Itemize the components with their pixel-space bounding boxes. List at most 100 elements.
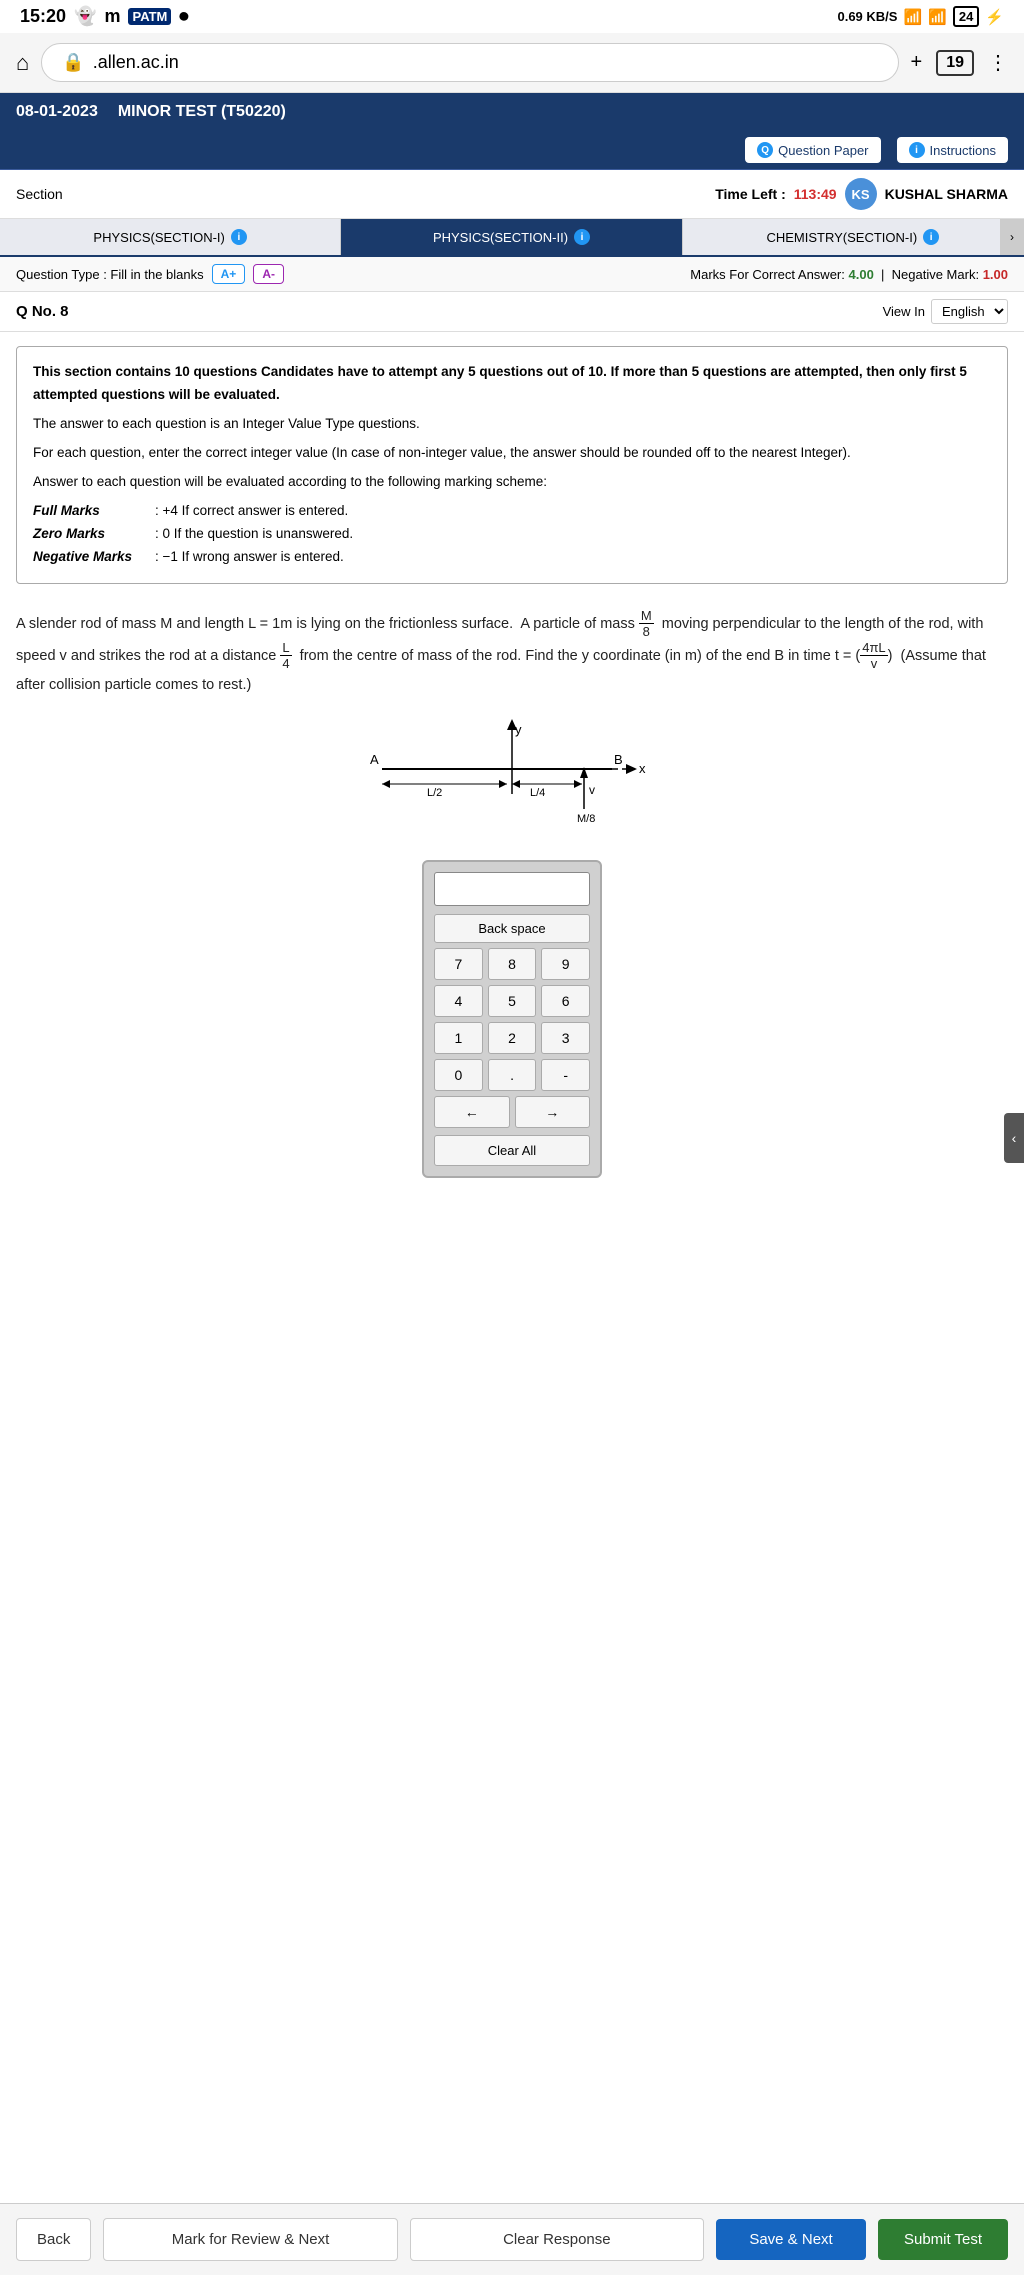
- fraction-l4: L4: [280, 640, 291, 672]
- calc-btn-6[interactable]: 6: [541, 985, 590, 1017]
- badge-a-plus[interactable]: A+: [212, 264, 246, 284]
- calc-btn-3[interactable]: 3: [541, 1022, 590, 1054]
- instructions-icon: i: [909, 142, 925, 158]
- backspace-button[interactable]: Back space: [434, 914, 590, 943]
- calc-btn-0[interactable]: 0: [434, 1059, 483, 1091]
- tab-physics-section-1[interactable]: PHYSICS(SECTION-I) i: [0, 219, 341, 255]
- tab-physics-section-2[interactable]: PHYSICS(SECTION-II) i: [341, 219, 682, 255]
- calc-clear-all-button[interactable]: Clear All: [434, 1135, 590, 1166]
- tab-chemistry-section-1[interactable]: CHEMISTRY(SECTION-I) i: [683, 219, 1024, 255]
- calc-btn-7[interactable]: 7: [434, 948, 483, 980]
- browser-bar: ⌂ 🔒 .allen.ac.in + 19 ⋮: [0, 33, 1024, 93]
- ghost-icon: 👻: [74, 6, 96, 27]
- calculator: Back space 7 8 9 4 5 6 1 2 3 0 . -: [422, 860, 602, 1178]
- user-initials: KS: [852, 187, 870, 202]
- language-select[interactable]: English: [931, 299, 1008, 324]
- user-avatar: KS: [845, 178, 877, 210]
- calc-row-123: 1 2 3: [434, 1022, 590, 1054]
- view-in: View In English: [883, 299, 1008, 324]
- exam-test-name: MINOR TEST (T50220): [118, 103, 286, 121]
- negative-marks-label-table: Negative Marks: [33, 546, 143, 569]
- bottom-nav: Back Mark for Review & Next Clear Respon…: [0, 2203, 1024, 2275]
- svg-text:L/2: L/2: [427, 787, 442, 799]
- section-info-bar: Section Time Left : 113:49 KS KUSHAL SHA…: [0, 170, 1024, 219]
- time-left-value: 113:49: [794, 186, 837, 202]
- calc-row-arrows: ← →: [434, 1096, 590, 1128]
- badge-a-minus[interactable]: A-: [253, 264, 284, 284]
- calc-btn-dot[interactable]: .: [488, 1059, 537, 1091]
- calc-btn-minus[interactable]: -: [541, 1059, 590, 1091]
- tab-physics-2-info-icon[interactable]: i: [574, 229, 590, 245]
- back-button[interactable]: Back: [16, 2218, 91, 2261]
- diagram-container: y x A B L/2 L/4 v M/8: [16, 714, 1008, 844]
- url-text: .allen.ac.in: [93, 52, 179, 73]
- calc-row-456: 4 5 6: [434, 985, 590, 1017]
- instructions-button[interactable]: i Instructions: [897, 137, 1008, 163]
- instruction-line2: The answer to each question is an Intege…: [33, 413, 991, 436]
- instruction-line3: For each question, enter the correct int…: [33, 442, 991, 465]
- battery-indicator: 24: [953, 6, 979, 27]
- url-bar[interactable]: 🔒 .allen.ac.in: [41, 43, 898, 82]
- mark-review-button[interactable]: Mark for Review & Next: [103, 2218, 397, 2261]
- question-text: A slender rod of mass M and length L = 1…: [16, 608, 1008, 698]
- full-marks-value: : +4 If correct answer is entered.: [155, 500, 348, 523]
- save-next-button[interactable]: Save & Next: [716, 2219, 866, 2260]
- browser-actions: + 19 ⋮: [911, 50, 1008, 76]
- calculator-container: Back space 7 8 9 4 5 6 1 2 3 0 . -: [16, 860, 1008, 1178]
- tab-physics-1-info-icon[interactable]: i: [231, 229, 247, 245]
- user-info: Time Left : 113:49 KS KUSHAL SHARMA: [715, 178, 1008, 210]
- svg-text:A: A: [370, 752, 379, 767]
- more-icon[interactable]: ⋮: [988, 50, 1008, 75]
- submit-test-button[interactable]: Submit Test: [878, 2219, 1008, 2260]
- q-number: Q No. 8: [16, 303, 69, 320]
- tab-count[interactable]: 19: [936, 50, 974, 76]
- view-in-label: View In: [883, 304, 925, 319]
- question-content: A slender rod of mass M and length L = 1…: [0, 598, 1024, 1218]
- svg-text:y: y: [515, 722, 522, 737]
- marks-correct-label: Marks For Correct Answer:: [690, 267, 845, 282]
- calc-btn-left-arrow[interactable]: ←: [434, 1096, 510, 1128]
- calc-btn-1[interactable]: 1: [434, 1022, 483, 1054]
- section-tabs: PHYSICS(SECTION-I) i PHYSICS(SECTION-II)…: [0, 219, 1024, 257]
- record-icon: ⏺: [179, 6, 188, 27]
- calc-btn-2[interactable]: 2: [488, 1022, 537, 1054]
- tab-physics-1-label: PHYSICS(SECTION-I): [93, 230, 224, 245]
- svg-text:x: x: [639, 761, 646, 776]
- question-paper-button[interactable]: Q Question Paper: [745, 137, 880, 163]
- calc-btn-right-arrow[interactable]: →: [515, 1096, 591, 1128]
- section-tabs-next-arrow[interactable]: ›: [1000, 219, 1024, 255]
- exam-date: 08-01-2023: [16, 103, 98, 121]
- time: 15:20: [20, 6, 66, 27]
- marking-table: Full Marks : +4 If correct answer is ent…: [33, 500, 991, 569]
- tab-physics-2-label: PHYSICS(SECTION-II): [433, 230, 568, 245]
- plus-icon[interactable]: +: [911, 51, 923, 74]
- instruction-line4: Answer to each question will be evaluate…: [33, 471, 991, 494]
- exam-header: 08-01-2023 MINOR TEST (T50220): [0, 93, 1024, 131]
- wifi-icon: 📶: [903, 8, 922, 26]
- calc-display: [434, 872, 590, 906]
- instruction-line1: This section contains 10 questions Candi…: [33, 361, 991, 407]
- qt-left: Question Type : Fill in the blanks A+ A-: [16, 264, 284, 284]
- calc-btn-8[interactable]: 8: [488, 948, 537, 980]
- calc-row-0dot-minus: 0 . -: [434, 1059, 590, 1091]
- question-paper-label: Question Paper: [778, 143, 868, 158]
- section-label: Section: [16, 186, 63, 202]
- status-right: 0.69 KB/S 📶 📶 24 ⚡: [837, 6, 1004, 27]
- calc-btn-5[interactable]: 5: [488, 985, 537, 1017]
- home-icon[interactable]: ⌂: [16, 50, 29, 76]
- question-type-label: Question Type : Fill in the blanks: [16, 267, 204, 282]
- svg-text:v: v: [589, 783, 595, 797]
- lock-icon: 🔒: [62, 52, 84, 73]
- negative-marks-label: Negative Mark:: [892, 267, 979, 282]
- calc-btn-4[interactable]: 4: [434, 985, 483, 1017]
- side-arrow[interactable]: ‹: [1004, 1113, 1024, 1163]
- instructions-box: This section contains 10 questions Candi…: [16, 346, 1008, 584]
- marks-correct-value: 4.00: [849, 267, 874, 282]
- negative-marks-value: 1.00: [983, 267, 1008, 282]
- time-left-label: Time Left :: [715, 186, 786, 202]
- tab-chemistry-1-info-icon[interactable]: i: [923, 229, 939, 245]
- signal-icon: 📶: [928, 8, 947, 26]
- clear-response-button[interactable]: Clear Response: [410, 2218, 704, 2261]
- user-name: KUSHAL SHARMA: [885, 186, 1008, 202]
- calc-btn-9[interactable]: 9: [541, 948, 590, 980]
